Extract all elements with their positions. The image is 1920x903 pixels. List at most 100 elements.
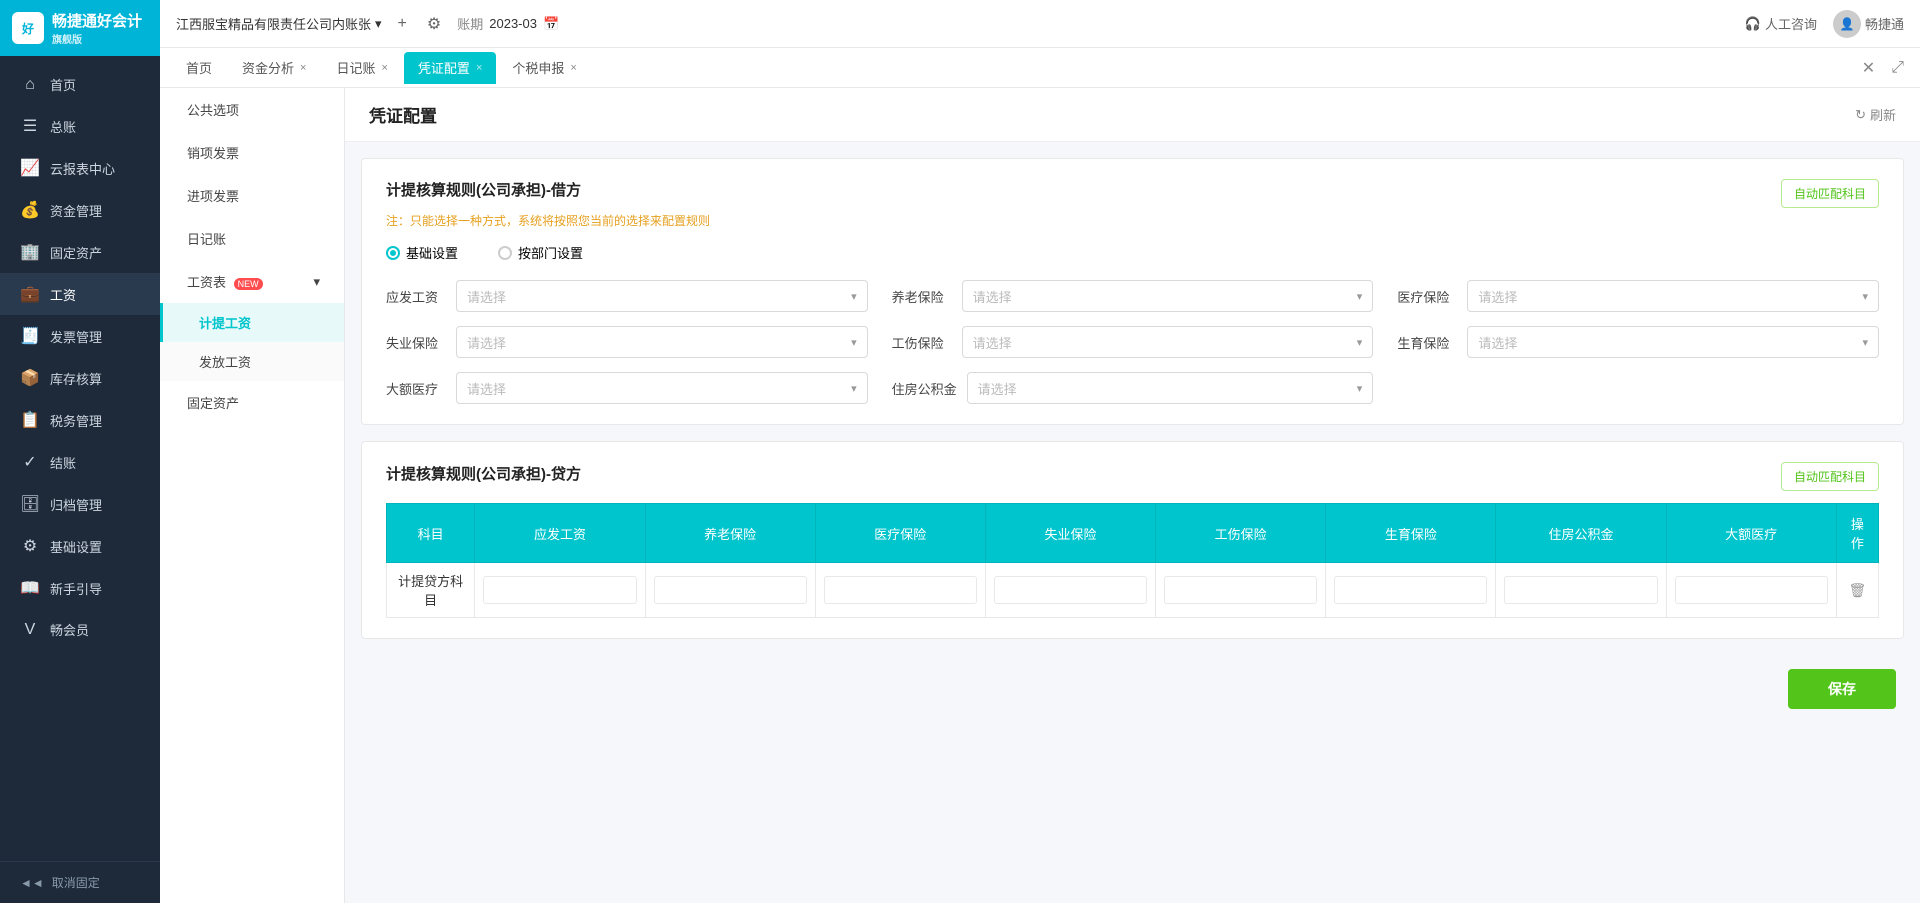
close-all-tabs-button[interactable]: ✕ [1858, 54, 1879, 82]
tab-tax-close[interactable]: × [570, 62, 576, 74]
sub-sidebar-purchase[interactable]: 进项发票 [160, 174, 344, 217]
radio-group-debit: 基础设置 按部门设置 [386, 243, 1879, 262]
sub-sidebar-salary-group[interactable]: 工资表 NEW ▾ [160, 260, 344, 303]
company-dropdown-icon: ▾ [375, 16, 382, 32]
tab-voucher-close[interactable]: × [476, 62, 482, 74]
input-unemployment[interactable] [994, 576, 1147, 604]
sidebar-footer-unpin[interactable]: ◄◄ 取消固定 [0, 861, 160, 903]
section1-title: 计提核算规则(公司承担)-借方 [386, 179, 581, 200]
sidebar-item-settings[interactable]: ⚙ 基础设置 [0, 525, 160, 567]
period-value: 2023-03 [489, 16, 537, 31]
public-label: 公共选项 [187, 103, 239, 118]
salary-field-label: 应发工资 [386, 287, 446, 306]
tab-journal[interactable]: 日记账 × [322, 52, 401, 84]
cell-large-medical[interactable] [1666, 563, 1836, 618]
sub-sidebar-public[interactable]: 公共选项 [160, 88, 344, 131]
form-item-unemployment: 失业保险 请选择 ▾ [386, 326, 868, 358]
auto-match-debit-button[interactable]: 自动匹配科目 [1781, 179, 1879, 208]
save-button[interactable]: 保存 [1788, 669, 1896, 709]
delete-row-button[interactable]: 🗑 [1848, 582, 1866, 598]
tab-home[interactable]: 首页 [172, 52, 226, 84]
sub-sidebar-pay-salary[interactable]: 发放工资 [160, 342, 344, 381]
cell-pension[interactable] [645, 563, 815, 618]
main-area: 江西服宝精品有限责任公司内账张 ▾ + ⚙ 账期 2023-03 📅 🎧 人工咨… [160, 0, 1920, 903]
sidebar-item-inventory[interactable]: 📦 库存核算 [0, 357, 160, 399]
sidebar-item-archive[interactable]: 🗄 归档管理 [0, 483, 160, 525]
sidebar-item-member[interactable]: V 畅会员 [0, 609, 160, 650]
journal-label: 日记账 [187, 232, 226, 247]
tab-tax[interactable]: 个税申报 × [498, 52, 590, 84]
salary-select[interactable]: 请选择 ▾ [456, 280, 868, 312]
sidebar-item-funds[interactable]: 💰 资金管理 [0, 189, 160, 231]
col-header-injury: 工伤保险 [1156, 504, 1326, 563]
calc-salary-label: 计提工资 [199, 316, 251, 331]
sub-sidebar-calc-salary[interactable]: 计提工资 [160, 303, 344, 342]
page-header: 凭证配置 ↻ 刷新 [345, 88, 1920, 142]
sidebar-logo: 好 畅捷通好会计 旗舰版 [0, 0, 160, 56]
sidebar-item-guide[interactable]: 📖 新手引导 [0, 567, 160, 609]
company-selector[interactable]: 江西服宝精品有限责任公司内账张 ▾ [176, 14, 382, 33]
sidebar-item-ledger[interactable]: ☰ 总账 [0, 105, 160, 147]
sidebar-item-home[interactable]: ⌂ 首页 [0, 64, 160, 105]
refresh-button[interactable]: ↻ 刷新 [1855, 105, 1896, 124]
service-button[interactable]: 🎧 人工咨询 [1745, 14, 1817, 33]
cell-unemployment[interactable] [985, 563, 1155, 618]
input-maternity[interactable] [1334, 576, 1487, 604]
sidebar-item-salary[interactable]: 💼 工资 [0, 273, 160, 315]
salary-placeholder: 请选择 [467, 287, 506, 306]
auto-match-credit-button[interactable]: 自动匹配科目 [1781, 462, 1879, 491]
cell-injury[interactable] [1156, 563, 1326, 618]
cell-medical[interactable] [815, 563, 985, 618]
calendar-icon[interactable]: 📅 [543, 16, 559, 32]
input-pension[interactable] [654, 576, 807, 604]
invoice-icon: 🧾 [20, 326, 40, 346]
sidebar-item-label: 畅会员 [50, 620, 89, 639]
sidebar-item-tax[interactable]: 📋 税务管理 [0, 399, 160, 441]
tab-journal-close[interactable]: × [381, 62, 387, 74]
maternity-select[interactable]: 请选择 ▾ [1467, 326, 1879, 358]
tab-funds-close[interactable]: × [300, 62, 306, 74]
input-medical[interactable] [824, 576, 977, 604]
sub-sidebar-journal[interactable]: 日记账 [160, 217, 344, 260]
sidebar-item-reports[interactable]: 📈 云报表中心 [0, 147, 160, 189]
username-label: 畅捷通 [1865, 14, 1904, 33]
radio-basic-circle [386, 246, 400, 260]
input-salary[interactable] [483, 576, 636, 604]
radio-dept[interactable]: 按部门设置 [498, 243, 583, 262]
cell-salary[interactable] [475, 563, 645, 618]
col-header-large-medical: 大额医疗 [1666, 504, 1836, 563]
sub-sidebar-fixed-assets[interactable]: 固定资产 [160, 381, 344, 424]
topbar-settings-button[interactable]: ⚙ [423, 10, 445, 38]
cell-maternity[interactable] [1326, 563, 1496, 618]
add-company-button[interactable]: + [394, 11, 411, 37]
input-large-medical[interactable] [1675, 576, 1828, 604]
injury-select[interactable]: 请选择 ▾ [962, 326, 1374, 358]
tab-funds[interactable]: 资金分析 × [228, 52, 320, 84]
maternity-placeholder: 请选择 [1478, 333, 1517, 352]
chevron-icon: ▾ [1862, 290, 1868, 303]
radio-basic[interactable]: 基础设置 [386, 243, 458, 262]
col-header-salary: 应发工资 [475, 504, 645, 563]
tab-voucher[interactable]: 凭证配置 × [404, 52, 496, 84]
reports-icon: 📈 [20, 158, 40, 178]
housing-select[interactable]: 请选择 ▾ [967, 372, 1374, 404]
section-credit-rules: 计提核算规则(公司承担)-贷方 自动匹配科目 科目 应发工资 养老保险 医疗保险… [361, 441, 1904, 639]
unemployment-field-label: 失业保险 [386, 333, 446, 352]
tab-tax-label: 个税申报 [512, 58, 564, 77]
sidebar-item-label: 总账 [50, 117, 76, 136]
sidebar-item-close[interactable]: ✓ 结账 [0, 441, 160, 483]
cell-housing[interactable] [1496, 563, 1666, 618]
medical-select[interactable]: 请选择 ▾ [1467, 280, 1879, 312]
unemployment-select[interactable]: 请选择 ▾ [456, 326, 868, 358]
sidebar-item-assets[interactable]: 🏢 固定资产 [0, 231, 160, 273]
user-menu[interactable]: 👤 畅捷通 [1833, 10, 1904, 38]
sub-sidebar-sales[interactable]: 销项发票 [160, 131, 344, 174]
expand-tabs-button[interactable]: ⤢ [1887, 54, 1908, 82]
chevron-icon: ▾ [1357, 336, 1363, 349]
logo-text: 畅捷通好会计 [52, 10, 142, 31]
input-housing[interactable] [1504, 576, 1657, 604]
large-medical-select[interactable]: 请选择 ▾ [456, 372, 868, 404]
input-injury[interactable] [1164, 576, 1317, 604]
sidebar-item-invoice[interactable]: 🧾 发票管理 [0, 315, 160, 357]
pension-select[interactable]: 请选择 ▾ [962, 280, 1374, 312]
